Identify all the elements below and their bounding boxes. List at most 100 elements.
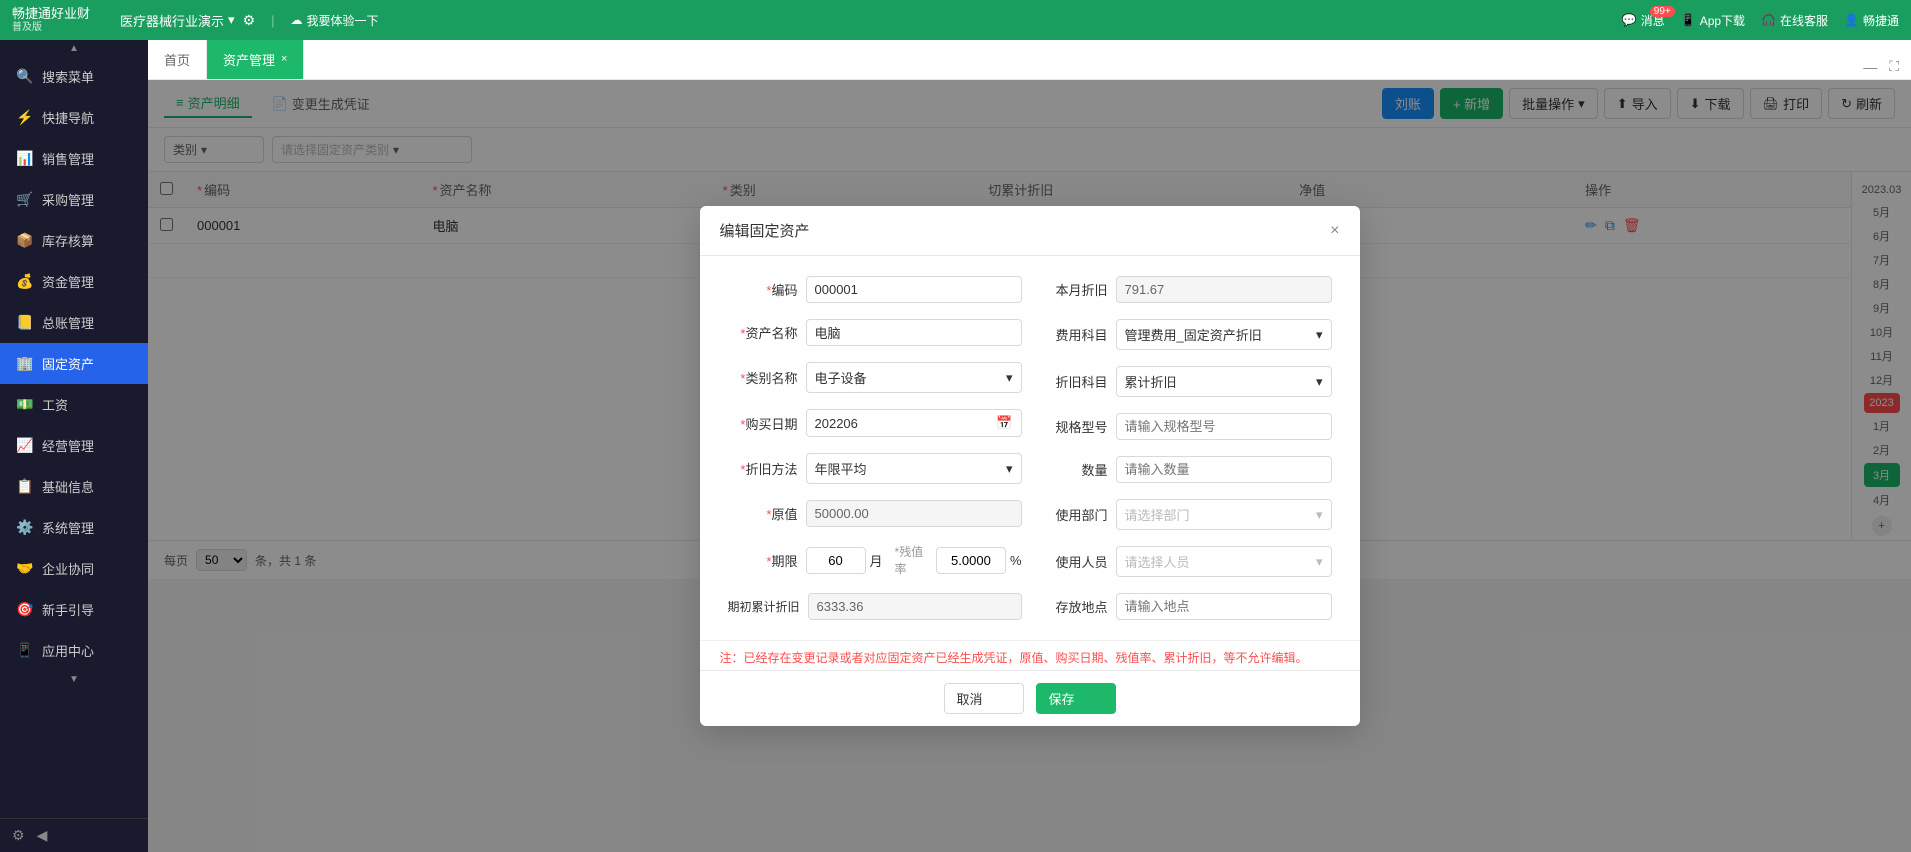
person-select[interactable]: 请选择人员 ▾ <box>1116 546 1332 577</box>
online-service-button[interactable]: 🎧 在线客服 <box>1761 12 1828 29</box>
modal-note: 注：已经存在变更记录或者对应固定资产已经生成凭证，原值、购买日期、残值率、累计折… <box>700 640 1360 670</box>
sidebar-item-basic-info[interactable]: 📋 基础信息 <box>0 466 148 507</box>
original-value-input[interactable] <box>806 500 1022 527</box>
sidebar-scroll-up[interactable]: ▲ <box>0 40 148 56</box>
tab-bar: 首页 资产管理 × — ⛶ <box>148 40 1911 80</box>
inventory-icon: 📦 <box>16 232 34 249</box>
residual-rate-input[interactable] <box>936 547 1006 574</box>
modal-footer: 取消 保存 <box>700 670 1360 726</box>
purchase-date-input[interactable]: 202206 📅 <box>806 409 1022 437</box>
operations-icon: 📈 <box>16 437 34 454</box>
enterprise-icon: 🤝 <box>16 560 34 577</box>
sidebar-item-quick-nav[interactable]: ⚡ 快捷导航 <box>0 97 148 138</box>
purchase-icon: 🛒 <box>16 191 34 208</box>
expand-icon[interactable]: ⛶ <box>1885 54 1903 79</box>
tab-home[interactable]: 首页 <box>148 40 207 79</box>
chevron-down-icon: ▾ <box>1316 327 1323 343</box>
system-icon: ⚙️ <box>16 519 34 536</box>
app-download-button[interactable]: 📱 App下载 <box>1681 12 1745 29</box>
salary-icon: 💵 <box>16 396 34 413</box>
sidebar-item-sales[interactable]: 📊 销售管理 <box>0 138 148 179</box>
top-bar-center: 医疗器械行业演示 ▾ ⚙ | ☁ 我要体验一下 <box>120 11 1612 30</box>
modal-body: *编码 *资产名称 <box>700 256 1360 640</box>
page-content: ≡ 资产明细 📄 变更生成凭证 刘账 + 新增 <box>148 80 1911 852</box>
field-purchase-date: *购买日期 202206 📅 <box>728 409 1022 437</box>
top-bar-right: 💬 消息 99+ 📱 App下载 🎧 在线客服 👤 畅捷通 <box>1622 12 1899 29</box>
field-spec: 规格型号 <box>1038 413 1332 440</box>
basic-info-icon: 📋 <box>16 478 34 495</box>
collapse-icon[interactable]: ◀ <box>37 827 48 844</box>
modal-close-button[interactable]: × <box>1330 222 1339 240</box>
edit-asset-modal: 编辑固定资产 × *编码 <box>700 206 1360 726</box>
field-period-residual: *期限 月 *残值率 % <box>728 543 1022 577</box>
initial-depreciation-input[interactable] <box>808 593 1022 620</box>
spec-input[interactable] <box>1116 413 1332 440</box>
quantity-input[interactable] <box>1116 456 1332 483</box>
chevron-down-icon: ▾ <box>1316 554 1323 570</box>
sidebar-item-system[interactable]: ⚙️ 系统管理 <box>0 507 148 548</box>
sidebar-item-fixed-assets[interactable]: 🏢 固定资产 <box>0 343 148 384</box>
field-asset-name: *资产名称 <box>728 319 1022 346</box>
user-menu[interactable]: 👤 畅捷通 <box>1844 12 1899 29</box>
company-selector[interactable]: 医疗器械行业演示 ▾ <box>120 11 235 30</box>
sidebar-item-salary[interactable]: 💵 工资 <box>0 384 148 425</box>
settings-icon[interactable]: ⚙ <box>12 827 25 844</box>
field-original-value: *原值 <box>728 500 1022 527</box>
department-select[interactable]: 请选择部门 ▾ <box>1116 499 1332 530</box>
sidebar-item-finance[interactable]: 💰 资金管理 <box>0 261 148 302</box>
month-depreciation-input <box>1116 276 1332 303</box>
tab-asset-management[interactable]: 资产管理 × <box>207 40 304 79</box>
fixed-assets-icon: 🏢 <box>16 355 34 372</box>
sidebar-item-enterprise[interactable]: 🤝 企业协同 <box>0 548 148 589</box>
content-area: 首页 资产管理 × — ⛶ ≡ 资产明细 <box>148 40 1911 852</box>
form-right-col: 本月折旧 费用科目 管理费用_固定资产折旧 ▾ <box>1030 276 1340 620</box>
search-icon: 🔍 <box>16 68 34 85</box>
sidebar-item-operations[interactable]: 📈 经营管理 <box>0 425 148 466</box>
period-input[interactable] <box>806 547 866 574</box>
modal-overlay: 编辑固定资产 × *编码 <box>148 80 1911 852</box>
field-depreciation-method: *折旧方法 年限平均 ▾ <box>728 453 1022 484</box>
field-location: 存放地点 <box>1038 593 1332 620</box>
location-input[interactable] <box>1116 593 1332 620</box>
top-bar: 畅捷通好业财 普及版 医疗器械行业演示 ▾ ⚙ | ☁ 我要体验一下 💬 消息 … <box>0 0 1911 40</box>
sidebar-item-ledger[interactable]: 📒 总账管理 <box>0 302 148 343</box>
depreciation-method-select[interactable]: 年限平均 ▾ <box>806 453 1022 484</box>
chevron-down-icon: ▾ <box>1006 370 1013 386</box>
tab-close-icon[interactable]: × <box>281 53 287 65</box>
chevron-down-icon: ▾ <box>1316 507 1323 523</box>
field-person: 使用人员 请选择人员 ▾ <box>1038 546 1332 577</box>
sidebar-item-guide[interactable]: 🎯 新手引导 <box>0 589 148 630</box>
avatar-icon: 👤 <box>1844 13 1859 27</box>
sidebar-item-purchase[interactable]: 🛒 采购管理 <box>0 179 148 220</box>
sidebar-item-search[interactable]: 🔍 搜索菜单 <box>0 56 148 97</box>
save-button[interactable]: 保存 <box>1036 683 1116 714</box>
tab-controls: — ⛶ <box>1859 54 1911 79</box>
finance-icon: 💰 <box>16 273 34 290</box>
field-expense-subject: 费用科目 管理费用_固定资产折旧 ▾ <box>1038 319 1332 350</box>
expense-subject-select[interactable]: 管理费用_固定资产折旧 ▾ <box>1116 319 1332 350</box>
depreciation-subject-select[interactable]: 累计折旧 ▾ <box>1116 366 1332 397</box>
sidebar-item-app-center[interactable]: 📱 应用中心 <box>0 630 148 671</box>
experience-button[interactable]: ☁ 我要体验一下 <box>291 12 379 29</box>
message-icon: 💬 <box>1622 13 1637 27</box>
field-initial-depreciation: 期初累计折旧 <box>728 593 1022 620</box>
sidebar-scroll-down[interactable]: ▼ <box>0 671 148 687</box>
minimize-icon[interactable]: — <box>1859 55 1881 79</box>
asset-name-input[interactable] <box>806 319 1022 346</box>
field-month-depreciation: 本月折旧 <box>1038 276 1332 303</box>
code-input[interactable] <box>806 276 1022 303</box>
gear-icon[interactable]: ⚙ <box>243 12 256 29</box>
modal-header: 编辑固定资产 × <box>700 206 1360 256</box>
field-depreciation-subject: 折旧科目 累计折旧 ▾ <box>1038 366 1332 397</box>
field-department: 使用部门 请选择部门 ▾ <box>1038 499 1332 530</box>
sales-icon: 📊 <box>16 150 34 167</box>
ledger-icon: 📒 <box>16 314 34 331</box>
field-code: *编码 <box>728 276 1022 303</box>
quick-nav-icon: ⚡ <box>16 109 34 126</box>
chevron-down-icon: ▾ <box>228 12 235 28</box>
cancel-button[interactable]: 取消 <box>944 683 1024 714</box>
category-select[interactable]: 电子设备 ▾ <box>806 362 1022 393</box>
guide-icon: 🎯 <box>16 601 34 618</box>
sidebar-item-inventory[interactable]: 📦 库存核算 <box>0 220 148 261</box>
message-button[interactable]: 💬 消息 99+ <box>1622 12 1665 29</box>
